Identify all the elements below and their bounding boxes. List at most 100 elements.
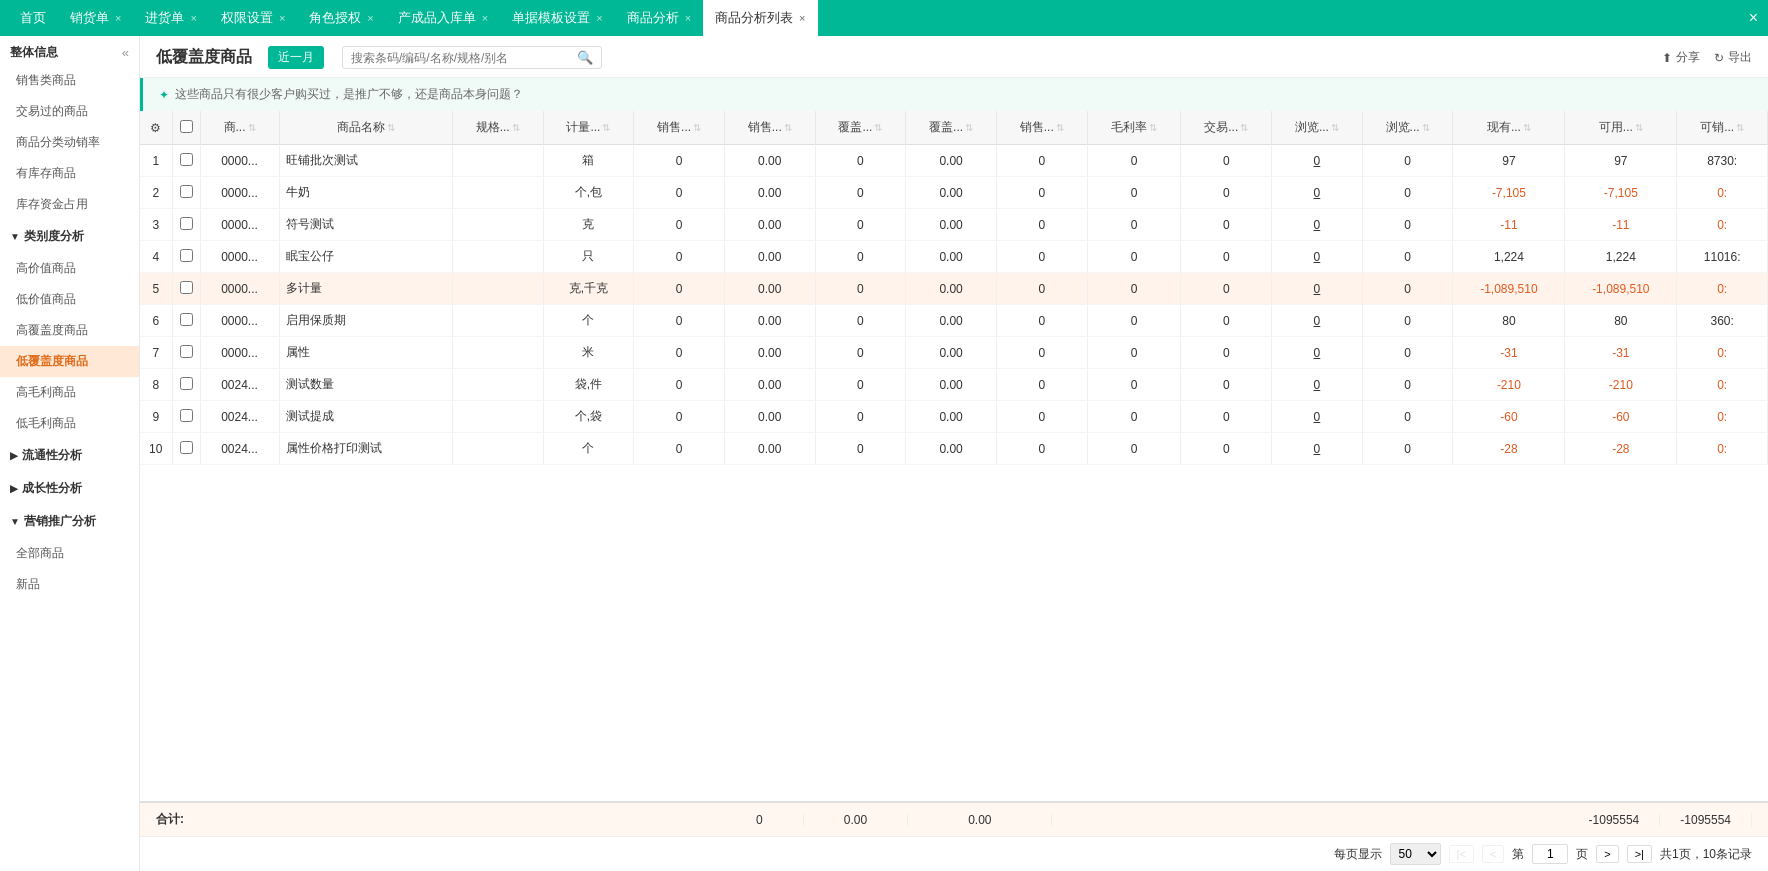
- nav-tab-analysis-list[interactable]: 商品分析列表 ×: [703, 0, 817, 36]
- th-unit[interactable]: 计量...⇅: [543, 111, 634, 145]
- sidebar-section-category[interactable]: ▼ 类别度分析: [0, 220, 139, 253]
- footer-sales-amt: 0.00: [804, 813, 908, 827]
- sidebar-item-category-rate[interactable]: 商品分类动销率: [0, 127, 139, 158]
- cell-browse1[interactable]: 0: [1272, 273, 1363, 305]
- th-trans[interactable]: 交易...⇅: [1181, 111, 1272, 145]
- cell-sellable: 0:: [1677, 273, 1768, 305]
- th-sellable[interactable]: 可销...⇅: [1677, 111, 1768, 145]
- th-settings[interactable]: ⚙: [140, 111, 172, 145]
- cell-browse1[interactable]: 0: [1272, 209, 1363, 241]
- cell-browse1[interactable]: 0: [1272, 433, 1363, 465]
- cell-checkbox[interactable]: [172, 369, 200, 401]
- th-gross[interactable]: 毛利率⇅: [1087, 111, 1181, 145]
- sidebar-item-low-coverage[interactable]: 低覆盖度商品: [0, 346, 139, 377]
- th-current[interactable]: 现有...⇅: [1453, 111, 1565, 145]
- sidebar-item-sales-goods[interactable]: 销售类商品: [0, 65, 139, 96]
- cell-sellable: 11016:: [1677, 241, 1768, 273]
- page-last-btn[interactable]: >|: [1627, 845, 1652, 863]
- cell-spec: [452, 305, 543, 337]
- nav-tab-templates[interactable]: 单据模板设置 ×: [500, 0, 614, 36]
- cell-checkbox[interactable]: [172, 177, 200, 209]
- th-browse1[interactable]: 浏览...⇅: [1272, 111, 1363, 145]
- search-input[interactable]: [351, 51, 577, 65]
- th-spec[interactable]: 规格...⇅: [452, 111, 543, 145]
- cell-checkbox[interactable]: [172, 433, 200, 465]
- sidebar-collapse-btn[interactable]: «: [122, 45, 129, 60]
- search-icon[interactable]: 🔍: [577, 50, 593, 65]
- cell-browse2: 0: [1362, 433, 1453, 465]
- sidebar-item-low-profit[interactable]: 低毛利商品: [0, 408, 139, 439]
- close-tab-roles[interactable]: ×: [367, 12, 373, 24]
- period-button[interactable]: 近一月: [268, 46, 324, 69]
- sidebar-item-new-goods[interactable]: 新品: [0, 569, 139, 600]
- th-available[interactable]: 可用...⇅: [1565, 111, 1677, 145]
- sidebar-item-all-goods[interactable]: 全部商品: [0, 538, 139, 569]
- th-sales-amt[interactable]: 销售...⇅: [724, 111, 815, 145]
- nav-tab-roles[interactable]: 角色授权 ×: [297, 0, 385, 36]
- nav-tab-sales[interactable]: 销货单 ×: [58, 0, 133, 36]
- cell-checkbox[interactable]: [172, 273, 200, 305]
- cell-browse1[interactable]: 0: [1272, 369, 1363, 401]
- sidebar-item-low-value[interactable]: 低价值商品: [0, 284, 139, 315]
- cell-browse1[interactable]: 0: [1272, 177, 1363, 209]
- sidebar-section-growth[interactable]: ▶ 成长性分析: [0, 472, 139, 505]
- close-tab-analysis[interactable]: ×: [685, 12, 691, 24]
- cell-checkbox[interactable]: [172, 305, 200, 337]
- cell-browse1[interactable]: 0: [1272, 337, 1363, 369]
- share-button[interactable]: ⬆ 分享: [1662, 49, 1700, 66]
- cell-checkbox[interactable]: [172, 241, 200, 273]
- th-sales-qty[interactable]: 销售...⇅: [634, 111, 725, 145]
- cell-current: -210: [1453, 369, 1565, 401]
- nav-tab-permissions[interactable]: 权限设置 ×: [209, 0, 297, 36]
- cell-checkbox[interactable]: [172, 337, 200, 369]
- sidebar-item-capital[interactable]: 库存资金占用: [0, 189, 139, 220]
- page-size-select[interactable]: 50 20 100: [1390, 843, 1441, 865]
- th-browse2[interactable]: 浏览...⇅: [1362, 111, 1453, 145]
- close-tab-permissions[interactable]: ×: [279, 12, 285, 24]
- close-tab-purchase[interactable]: ×: [190, 12, 196, 24]
- th-checkbox: [172, 111, 200, 145]
- table-row: 1 0000... 旺铺批次测试 箱 0 0.00 0 0.00 0 0 0 0…: [140, 145, 1768, 177]
- cell-checkbox[interactable]: [172, 209, 200, 241]
- page-prev-btn[interactable]: <: [1482, 845, 1504, 863]
- sidebar-section-circulation[interactable]: ▶ 流通性分析: [0, 439, 139, 472]
- cell-checkbox[interactable]: [172, 401, 200, 433]
- sidebar-item-inventory[interactable]: 有库存商品: [0, 158, 139, 189]
- cell-name: 牛奶: [279, 177, 452, 209]
- th-name[interactable]: 商品名称⇅: [279, 111, 452, 145]
- sidebar-section-marketing[interactable]: ▼ 营销推广分析: [0, 505, 139, 538]
- th-sales3[interactable]: 销售...⇅: [996, 111, 1087, 145]
- page-first-btn[interactable]: |<: [1449, 845, 1474, 863]
- sidebar-item-high-value[interactable]: 高价值商品: [0, 253, 139, 284]
- th-cover1[interactable]: 覆盖...⇅: [815, 111, 906, 145]
- cell-gross: 0: [1087, 241, 1181, 273]
- page-number-input[interactable]: [1532, 844, 1568, 864]
- select-all-checkbox[interactable]: [180, 120, 193, 133]
- cell-browse1[interactable]: 0: [1272, 241, 1363, 273]
- nav-tab-production[interactable]: 产成品入库单 ×: [386, 0, 500, 36]
- sidebar-item-high-coverage[interactable]: 高覆盖度商品: [0, 315, 139, 346]
- cell-browse1[interactable]: 0: [1272, 305, 1363, 337]
- close-all-tabs[interactable]: ×: [1749, 9, 1758, 27]
- header-actions: ⬆ 分享 ↻ 导出: [1662, 49, 1752, 66]
- th-code[interactable]: 商...⇅: [200, 111, 279, 145]
- close-tab-analysis-list[interactable]: ×: [799, 12, 805, 24]
- nav-tab-analysis[interactable]: 商品分析 ×: [615, 0, 703, 36]
- export-button[interactable]: ↻ 导出: [1714, 49, 1752, 66]
- settings-icon[interactable]: ⚙: [150, 121, 161, 135]
- close-tab-sales[interactable]: ×: [115, 12, 121, 24]
- cell-browse1[interactable]: 0: [1272, 401, 1363, 433]
- cell-available: -60: [1565, 401, 1677, 433]
- cell-gross: 0: [1087, 401, 1181, 433]
- page-next-btn[interactable]: >: [1596, 845, 1618, 863]
- th-cover2[interactable]: 覆盖...⇅: [906, 111, 997, 145]
- nav-tab-purchase[interactable]: 进货单 ×: [133, 0, 208, 36]
- close-tab-production[interactable]: ×: [482, 12, 488, 24]
- cell-checkbox[interactable]: [172, 145, 200, 177]
- nav-tab-home[interactable]: 首页: [8, 0, 58, 36]
- close-tab-templates[interactable]: ×: [596, 12, 602, 24]
- cell-browse1[interactable]: 0: [1272, 145, 1363, 177]
- sidebar-item-high-profit[interactable]: 高毛利商品: [0, 377, 139, 408]
- table-row: 10 0024... 属性价格打印测试 个 0 0.00 0 0.00 0 0 …: [140, 433, 1768, 465]
- sidebar-item-traded-goods[interactable]: 交易过的商品: [0, 96, 139, 127]
